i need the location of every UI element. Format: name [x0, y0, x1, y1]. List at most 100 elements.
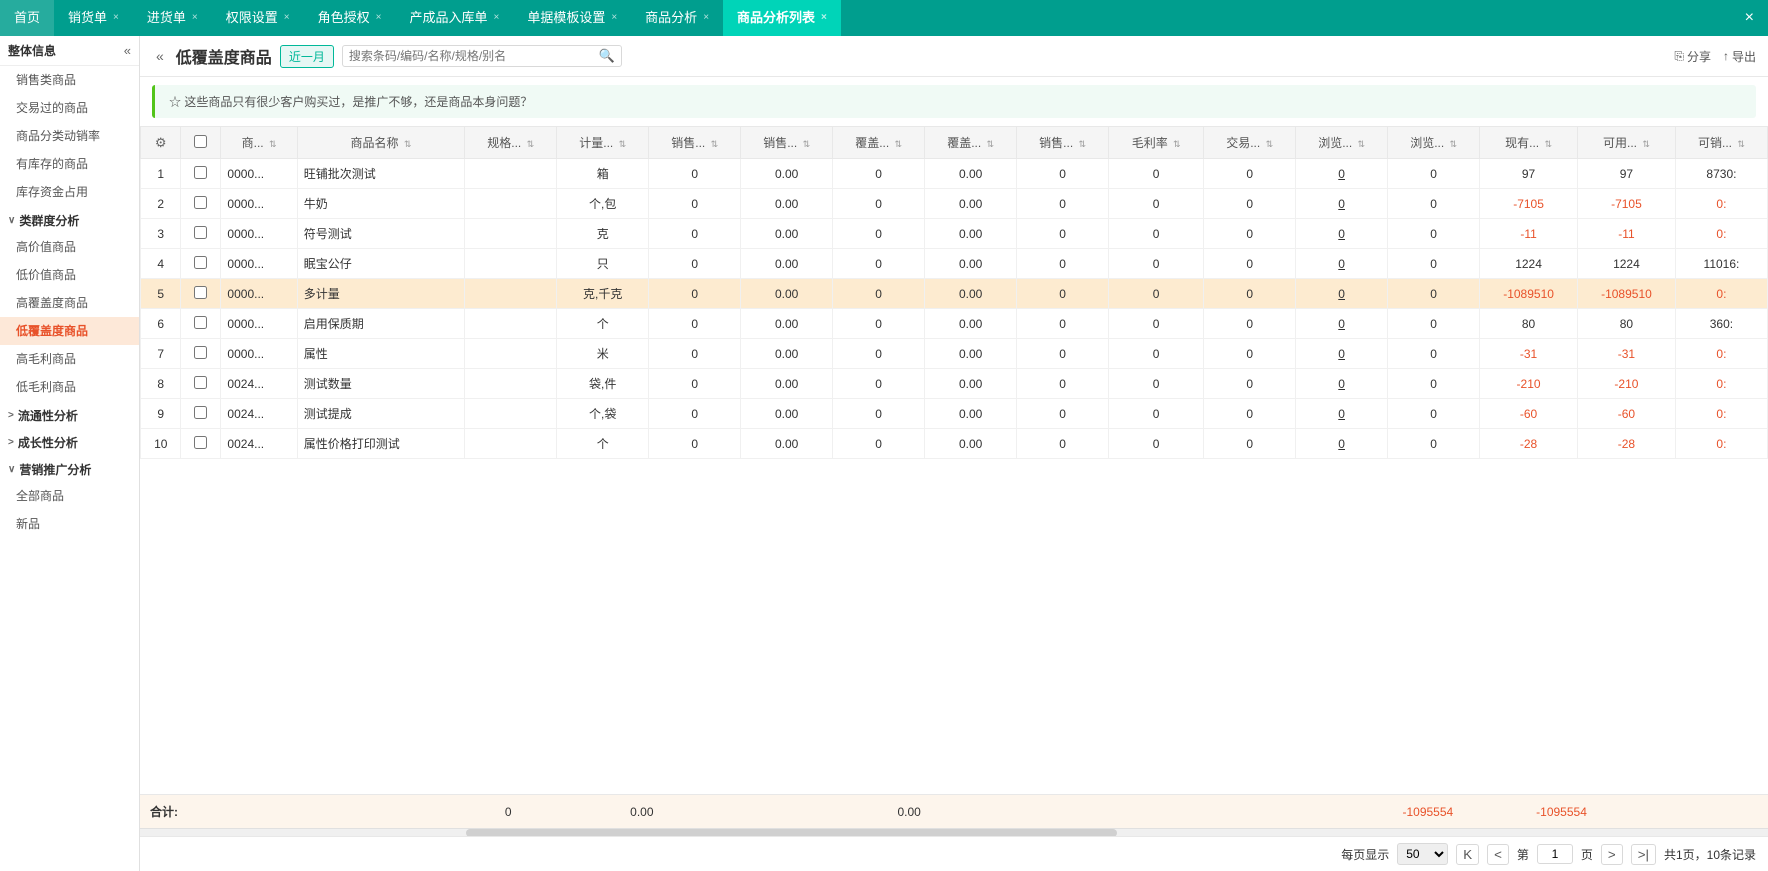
sidebar-group-circulation[interactable]: > 流通性分析 — [0, 401, 139, 428]
column-sales2[interactable]: 销售... ⇅ — [741, 127, 833, 159]
row-select-checkbox[interactable] — [194, 436, 207, 449]
column-current[interactable]: 现有... ⇅ — [1480, 127, 1578, 159]
column-sellable[interactable]: 可销... ⇅ — [1675, 127, 1767, 159]
row-browse1[interactable]: 0 — [1296, 279, 1388, 309]
nav-tab-sales[interactable]: 销货单 × — [54, 0, 133, 36]
sidebar-item-traded-goods[interactable]: 交易过的商品 — [0, 94, 139, 122]
row-select-checkbox[interactable] — [194, 166, 207, 179]
sidebar-group-marketing[interactable]: ∨ 营销推广分析 — [0, 455, 139, 482]
nav-tab-permission[interactable]: 权限设置 × — [212, 0, 304, 36]
sidebar-item-high-value[interactable]: 高价值商品 — [0, 233, 139, 261]
browse-link[interactable]: 0 — [1338, 197, 1345, 211]
sidebar-item-category-sales-rate[interactable]: 商品分类动销率 — [0, 122, 139, 150]
next-page-button[interactable]: > — [1601, 844, 1623, 865]
sidebar-group-category-analysis[interactable]: ∨ 类群度分析 — [0, 206, 139, 233]
horizontal-scrollbar[interactable] — [140, 828, 1768, 836]
export-button[interactable]: ↑ 导出 — [1723, 48, 1756, 65]
column-coverage1[interactable]: 覆盖... ⇅ — [833, 127, 925, 159]
close-icon[interactable]: × — [703, 0, 709, 36]
sidebar-collapse-button[interactable]: « — [124, 43, 131, 58]
close-icon[interactable]: × — [192, 0, 198, 36]
row-select-checkbox[interactable] — [194, 316, 207, 329]
column-gear[interactable]: ⚙ — [141, 127, 181, 159]
column-sales1[interactable]: 销售... ⇅ — [649, 127, 741, 159]
row-browse1[interactable]: 0 — [1296, 219, 1388, 249]
close-icon[interactable]: × — [113, 0, 119, 36]
row-checkbox[interactable] — [181, 369, 221, 399]
row-checkbox[interactable] — [181, 429, 221, 459]
nav-tab-product-entry[interactable]: 产成品入库单 × — [395, 0, 513, 36]
settings-icon[interactable]: ⚙ — [155, 135, 167, 150]
column-margin[interactable]: 毛利率 ⇅ — [1109, 127, 1204, 159]
sidebar-item-high-coverage[interactable]: 高覆盖度商品 — [0, 289, 139, 317]
browse-link[interactable]: 0 — [1338, 287, 1345, 301]
row-browse1[interactable]: 0 — [1296, 189, 1388, 219]
row-checkbox[interactable] — [181, 339, 221, 369]
close-icon[interactable]: × — [821, 0, 827, 36]
row-browse1[interactable]: 0 — [1296, 429, 1388, 459]
column-checkbox[interactable] — [181, 127, 221, 159]
column-browse1[interactable]: 浏览... ⇅ — [1296, 127, 1388, 159]
sidebar-item-low-margin[interactable]: 低毛利商品 — [0, 373, 139, 401]
browse-link[interactable]: 0 — [1338, 377, 1345, 391]
row-browse1[interactable]: 0 — [1296, 159, 1388, 189]
period-button[interactable]: 近一月 — [280, 45, 334, 68]
nav-tab-product-analysis[interactable]: 商品分析 × — [631, 0, 723, 36]
browse-link[interactable]: 0 — [1338, 317, 1345, 331]
nav-tab-template[interactable]: 单据模板设置 × — [513, 0, 631, 36]
search-input[interactable] — [349, 49, 595, 63]
close-icon[interactable]: × — [376, 0, 382, 36]
row-browse1[interactable]: 0 — [1296, 249, 1388, 279]
sidebar-group-growth[interactable]: > 成长性分析 — [0, 428, 139, 455]
column-sales3[interactable]: 销售... ⇅ — [1017, 127, 1109, 159]
page-number-input[interactable] — [1537, 844, 1573, 864]
nav-tab-role[interactable]: 角色授权 × — [304, 0, 396, 36]
last-page-button[interactable]: >| — [1631, 844, 1656, 865]
search-icon[interactable]: 🔍 — [599, 48, 615, 64]
column-code[interactable]: 商... ⇅ — [221, 127, 297, 159]
browse-link[interactable]: 0 — [1338, 257, 1345, 271]
row-checkbox[interactable] — [181, 399, 221, 429]
sidebar-item-high-margin[interactable]: 高毛利商品 — [0, 345, 139, 373]
row-select-checkbox[interactable] — [194, 376, 207, 389]
row-checkbox[interactable] — [181, 189, 221, 219]
row-browse1[interactable]: 0 — [1296, 309, 1388, 339]
prev-page-button[interactable]: < — [1487, 844, 1509, 865]
row-checkbox[interactable] — [181, 279, 221, 309]
column-trade[interactable]: 交易... ⇅ — [1204, 127, 1296, 159]
row-checkbox[interactable] — [181, 309, 221, 339]
collapse-button[interactable]: « — [152, 46, 168, 66]
row-select-checkbox[interactable] — [194, 286, 207, 299]
row-select-checkbox[interactable] — [194, 196, 207, 209]
sidebar-item-low-coverage[interactable]: 低覆盖度商品 — [0, 317, 139, 345]
sidebar-item-new-goods[interactable]: 新品 — [0, 510, 139, 538]
share-button[interactable]: ⎘ 分享 — [1674, 48, 1711, 65]
first-page-button[interactable]: K — [1456, 844, 1479, 865]
browse-link[interactable]: 0 — [1338, 227, 1345, 241]
column-spec[interactable]: 规格... ⇅ — [465, 127, 557, 159]
column-browse2[interactable]: 浏览... ⇅ — [1388, 127, 1480, 159]
browse-link[interactable]: 0 — [1338, 167, 1345, 181]
browse-link[interactable]: 0 — [1338, 437, 1345, 451]
browse-link[interactable]: 0 — [1338, 407, 1345, 421]
sidebar-item-stocked-goods[interactable]: 有库存的商品 — [0, 150, 139, 178]
row-checkbox[interactable] — [181, 219, 221, 249]
row-checkbox[interactable] — [181, 159, 221, 189]
column-available[interactable]: 可用... ⇅ — [1578, 127, 1676, 159]
row-select-checkbox[interactable] — [194, 226, 207, 239]
close-icon[interactable]: × — [611, 0, 617, 36]
sidebar-item-sales-goods[interactable]: 销售类商品 — [0, 66, 139, 94]
nav-tab-purchase[interactable]: 进货单 × — [133, 0, 212, 36]
close-icon[interactable]: × — [284, 0, 290, 36]
row-select-checkbox[interactable] — [194, 346, 207, 359]
sidebar-item-low-value[interactable]: 低价值商品 — [0, 261, 139, 289]
row-select-checkbox[interactable] — [194, 256, 207, 269]
row-checkbox[interactable] — [181, 249, 221, 279]
close-all-button[interactable]: × — [1731, 0, 1768, 36]
column-name[interactable]: 商品名称 ⇅ — [297, 127, 464, 159]
close-icon[interactable]: × — [493, 0, 499, 36]
sidebar-item-all-goods[interactable]: 全部商品 — [0, 482, 139, 510]
browse-link[interactable]: 0 — [1338, 347, 1345, 361]
select-all-checkbox[interactable] — [194, 135, 207, 148]
row-select-checkbox[interactable] — [194, 406, 207, 419]
